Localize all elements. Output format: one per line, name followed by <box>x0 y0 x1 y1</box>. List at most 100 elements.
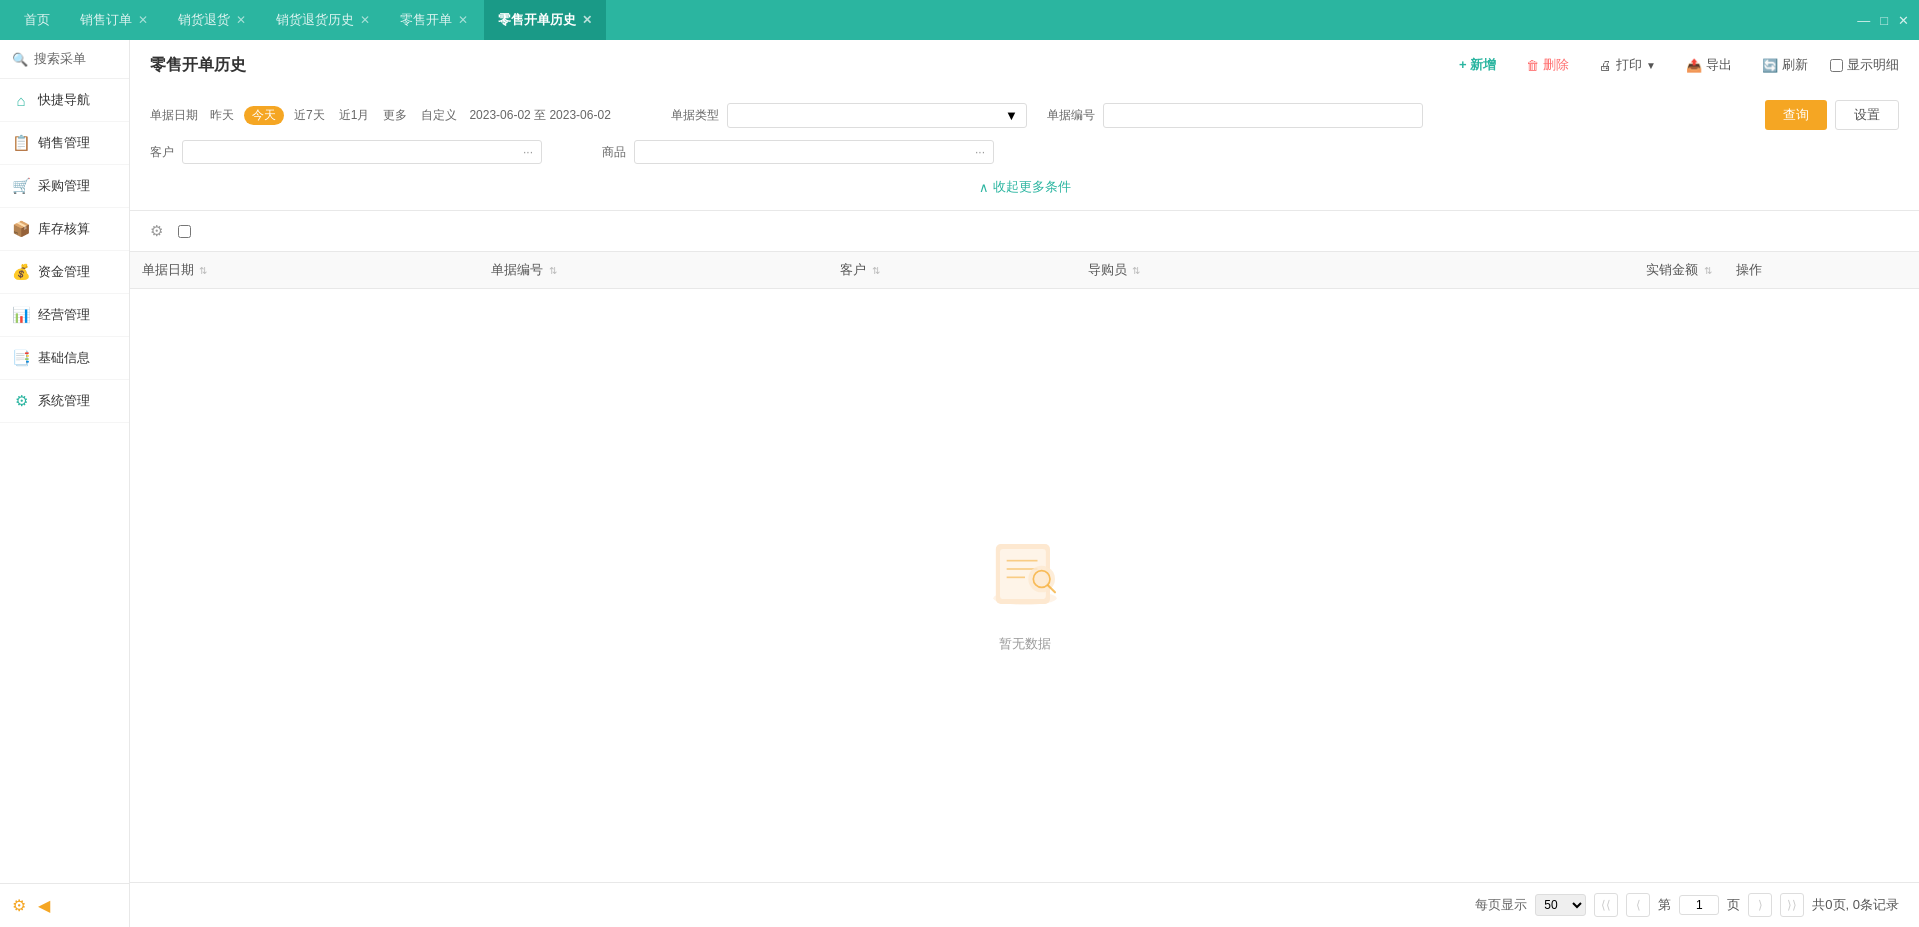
col-action: 操作 <box>1724 252 1919 289</box>
new-button[interactable]: + 新增 <box>1451 52 1504 78</box>
sidebar-label-quick-nav: 快捷导航 <box>38 91 90 109</box>
doc-type-select[interactable]: ▼ <box>727 103 1027 128</box>
page-word: 第 <box>1658 896 1671 914</box>
col-date[interactable]: 单据日期 ⇅ <box>130 252 479 289</box>
sidebar-item-sys-mgmt[interactable]: ⚙系统管理 <box>0 380 129 423</box>
col-amount-sort: ⇅ <box>1704 265 1712 276</box>
tab-retail-open-history[interactable]: 零售开单历史✕ <box>484 0 606 40</box>
tab-label-sales-order: 销售订单 <box>80 11 132 29</box>
tab-sales-return-history[interactable]: 销货退货历史 ✕ <box>262 0 384 40</box>
date-option-1month[interactable]: 近1月 <box>335 105 374 126</box>
page-number-input[interactable] <box>1679 895 1719 915</box>
doc-type-label: 单据类型 <box>671 107 719 124</box>
col-amount[interactable]: 实销金额 ⇅ <box>1374 252 1723 289</box>
tab-label-sales-return-history: 销货退货历史 <box>276 11 354 29</box>
sidebar-label-ops-mgmt: 经营管理 <box>38 306 90 324</box>
date-option-yesterday[interactable]: 昨天 <box>206 105 238 126</box>
date-option-7days[interactable]: 近7天 <box>290 105 329 126</box>
refresh-button[interactable]: 🔄 刷新 <box>1754 52 1816 78</box>
collapse-filter-button[interactable]: ∧ 收起更多条件 <box>150 174 1899 200</box>
new-button-label: + 新增 <box>1459 56 1496 74</box>
date-option-more[interactable]: 更多 <box>379 105 411 126</box>
tab-close-sales-order[interactable]: ✕ <box>138 13 148 27</box>
print-button[interactable]: 🖨 打印 ▼ <box>1591 52 1664 78</box>
sidebar-icon-basic-info: 📑 <box>12 349 30 367</box>
sidebar-item-sales-mgmt[interactable]: 📋 销售管理 <box>0 122 129 165</box>
collapse-up-icon: ∧ <box>979 180 989 195</box>
tab-home[interactable]: 首页 <box>10 0 64 40</box>
doc-no-input[interactable] <box>1103 103 1423 128</box>
tab-label-home: 首页 <box>24 11 50 29</box>
collapse-icon[interactable]: ◀ <box>38 896 50 915</box>
content-area: 零售开单历史 + 新增 🗑 删除 🖨 打印 ▼ 📤 <box>130 40 1919 927</box>
sidebar-item-basic-info[interactable]: 📑 基础信息 <box>0 337 129 380</box>
tab-close-retail-open-history[interactable]: ✕ <box>582 13 592 27</box>
pagination: 每页显示 50 100 200 ⟨⟨ ⟨ 第 页 ⟩ ⟩⟩ 共0页, 0条记录 <box>130 882 1919 927</box>
sidebar-item-finance-mgmt[interactable]: 💰资金管理 <box>0 251 129 294</box>
settings-icon[interactable]: ⚙ <box>12 896 26 915</box>
date-options: 昨天 今天 近7天 近1月 更多 自定义 <box>206 105 461 126</box>
select-all-checkbox[interactable] <box>178 225 191 238</box>
date-filter-label: 单据日期 <box>150 107 198 124</box>
col-no-label: 单据编号 <box>491 262 543 277</box>
tab-sales-return[interactable]: 销货退货✕ <box>164 0 260 40</box>
sidebar-label-sales-mgmt: 销售管理 <box>38 134 90 152</box>
tab-sales-order[interactable]: 销售订单 ✕ <box>66 0 162 40</box>
last-page-button[interactable]: ⟩⟩ <box>1780 893 1804 917</box>
col-no[interactable]: 单据编号 ⇅ <box>479 252 828 289</box>
sidebar-label-finance-mgmt: 资金管理 <box>38 263 90 281</box>
date-option-custom[interactable]: 自定义 <box>417 105 461 126</box>
display-detail-checkbox-group[interactable]: 显示明细 <box>1830 56 1899 74</box>
export-icon: 📤 <box>1686 58 1702 73</box>
sidebar-item-quick-nav[interactable]: ⌂快捷导航 <box>0 79 129 122</box>
date-option-today[interactable]: 今天 <box>244 106 284 125</box>
sidebar-item-inventory[interactable]: 📦 库存核算 <box>0 208 129 251</box>
settings-button[interactable]: 设置 <box>1835 100 1899 130</box>
first-page-button[interactable]: ⟨⟨ <box>1594 893 1618 917</box>
close-icon[interactable]: ✕ <box>1898 13 1909 28</box>
per-page-select[interactable]: 50 100 200 <box>1535 894 1586 916</box>
export-button[interactable]: 📤 导出 <box>1678 52 1740 78</box>
table-header-row: 单据日期 ⇅ 单据编号 ⇅ 客户 ⇅ 导购员 ⇅ <box>130 252 1919 289</box>
tab-close-retail-open[interactable]: ✕ <box>458 13 468 27</box>
goods-filter-field: 商品 ··· <box>602 140 994 164</box>
tab-close-sales-return[interactable]: ✕ <box>236 13 246 27</box>
date-range-value: 2023-06-02 至 2023-06-02 <box>469 107 610 124</box>
customer-select[interactable]: ··· <box>182 140 542 164</box>
minimize-icon[interactable]: — <box>1857 13 1870 28</box>
tab-label-retail-open: 零售开单 <box>400 11 452 29</box>
col-salesperson[interactable]: 导购员 ⇅ <box>1076 252 1374 289</box>
table-settings-icon[interactable]: ⚙ <box>144 219 168 243</box>
sidebar-icon-purchase-mgmt: 🛒 <box>12 177 30 195</box>
maximize-icon[interactable]: □ <box>1880 13 1888 28</box>
sidebar-search-label: 搜索采单 <box>34 50 86 68</box>
col-customer[interactable]: 客户 ⇅ <box>828 252 1076 289</box>
col-amount-label: 实销金额 <box>1646 262 1698 277</box>
sidebar-label-sys-mgmt: 系统管理 <box>38 392 90 410</box>
col-salesperson-label: 导购员 <box>1088 262 1127 277</box>
query-button[interactable]: 查询 <box>1765 100 1827 130</box>
sidebar-label-inventory: 库存核算 <box>38 220 90 238</box>
tab-retail-open[interactable]: 零售开单 ✕ <box>386 0 482 40</box>
page-label: 页 <box>1727 896 1740 914</box>
next-page-button[interactable]: ⟩ <box>1748 893 1772 917</box>
col-no-sort: ⇅ <box>549 265 557 276</box>
sidebar-search[interactable]: 🔍 搜索采单 <box>0 40 129 79</box>
prev-page-button[interactable]: ⟨ <box>1626 893 1650 917</box>
top-bar: 首页销售订单✕销货退货✕销货退货历史✕零售开单✕零售开单历史✕ — □ ✕ <box>0 0 1919 40</box>
display-detail-checkbox[interactable] <box>1830 59 1843 72</box>
goods-select[interactable]: ··· <box>634 140 994 164</box>
doc-type-dropdown-icon: ▼ <box>1005 108 1018 123</box>
delete-button[interactable]: 🗑 删除 <box>1518 52 1577 78</box>
tab-close-sales-return-history[interactable]: ✕ <box>360 13 370 27</box>
sidebar-item-ops-mgmt[interactable]: 📊经营管理 <box>0 294 129 337</box>
sidebar-icon-inventory: 📦 <box>12 220 30 238</box>
customer-filter-field: 客户 ··· <box>150 140 542 164</box>
sidebar: 🔍 搜索采单 ⌂快捷导航 📋 销售管理 🛒采购管理 📦 库存核算 💰资金管理📊经营管理 📑 基础… <box>0 40 130 927</box>
col-date-label: 单据日期 <box>142 262 194 277</box>
sidebar-icon-sales-mgmt: 📋 <box>12 134 30 152</box>
sidebar-label-basic-info: 基础信息 <box>38 349 90 367</box>
display-detail-label: 显示明细 <box>1847 56 1899 74</box>
empty-state-icon <box>975 519 1075 619</box>
sidebar-item-purchase-mgmt[interactable]: 🛒采购管理 <box>0 165 129 208</box>
